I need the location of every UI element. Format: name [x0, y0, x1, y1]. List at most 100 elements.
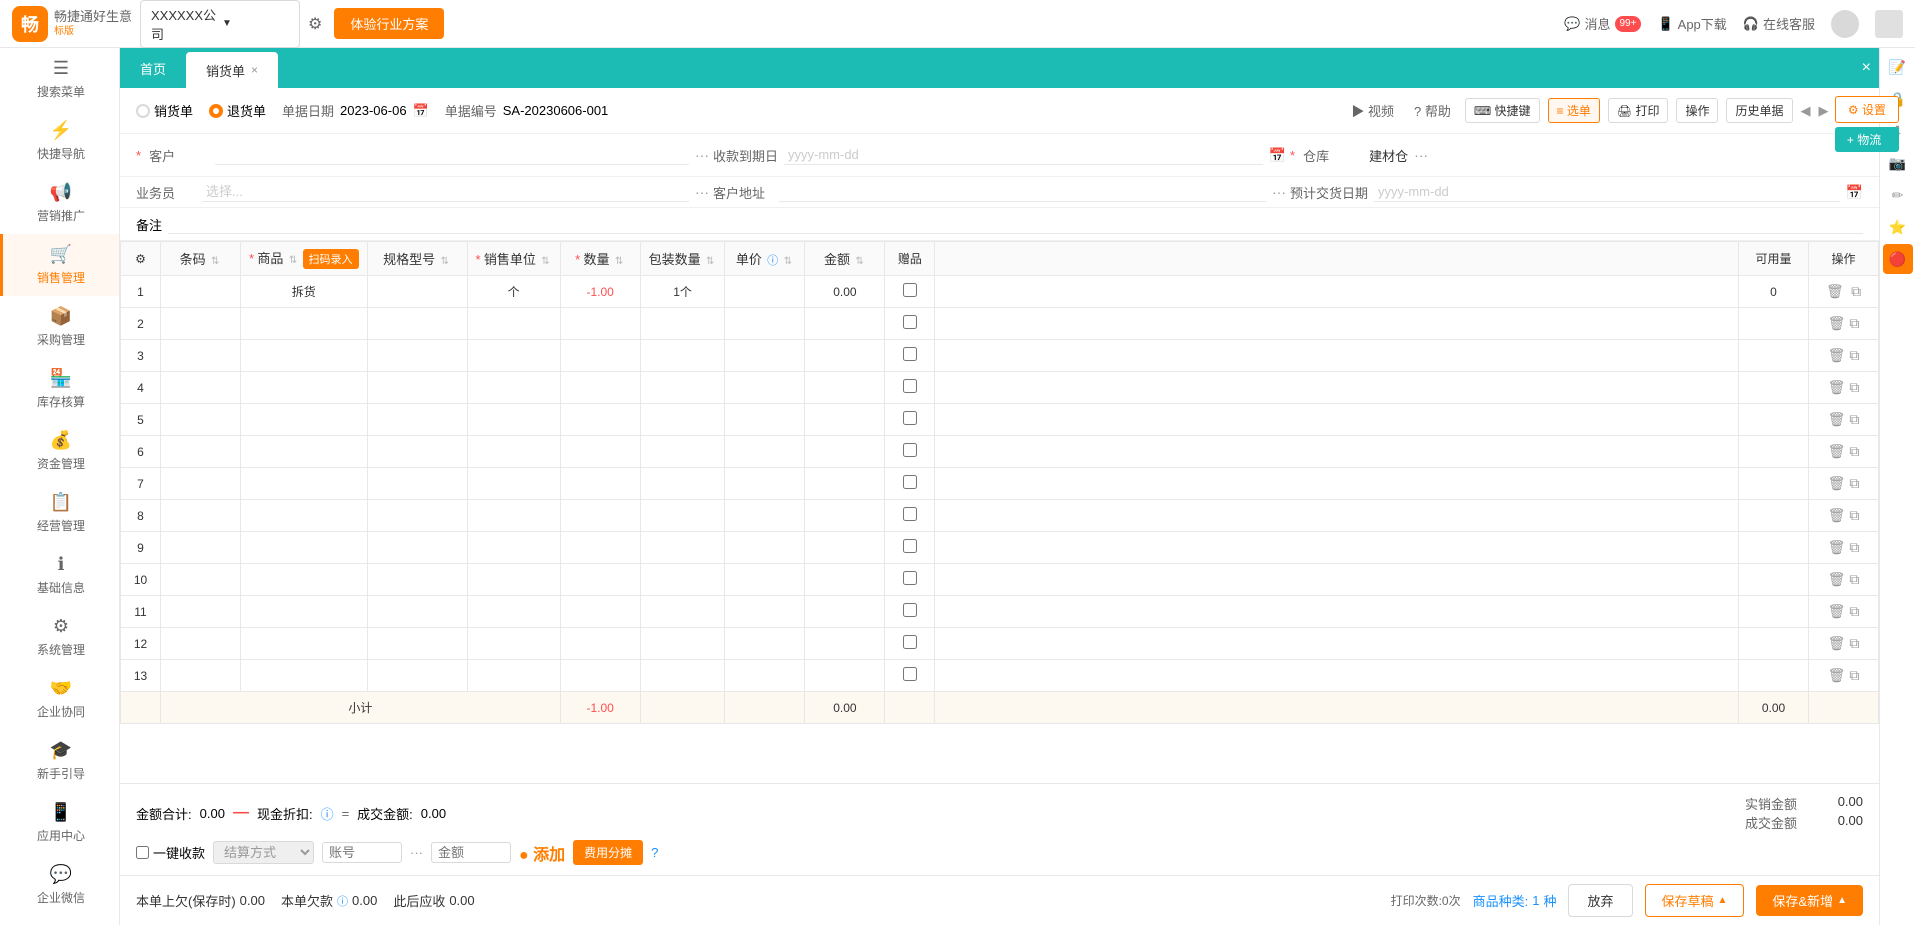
one-click-checkbox-input[interactable]	[136, 846, 149, 859]
sidebar-item-vip[interactable]: 👑 畅会员	[0, 916, 119, 925]
row1-gift[interactable]	[885, 276, 935, 308]
save-new-dropdown-icon[interactable]: ▲	[1837, 895, 1847, 906]
row1-delete-button[interactable]: 🗑	[1824, 281, 1846, 302]
message-button[interactable]: 💬 消息 99+	[1564, 14, 1641, 33]
row-copy-button[interactable]: ⧉	[1847, 537, 1861, 558]
sidebar-item-basics[interactable]: ℹ 基础信息	[0, 544, 119, 606]
sidebar-item-collab[interactable]: 🤝 企业协同	[0, 668, 119, 730]
receipt-calendar-icon[interactable]: 📅	[1269, 147, 1286, 164]
warehouse-more-icon[interactable]: ···	[1414, 147, 1428, 163]
action-shortcut[interactable]: ⌨ 快捷键	[1465, 98, 1540, 123]
row1-spec[interactable]	[367, 276, 467, 308]
salesperson-more-icon[interactable]: ···	[695, 184, 709, 200]
company-selector[interactable]: XXXXXX公司 ▼	[140, 0, 300, 48]
save-new-button[interactable]: 保存&新增 ▲	[1756, 885, 1863, 916]
expected-calendar-icon[interactable]: 📅	[1846, 184, 1863, 201]
row-copy-button[interactable]: ⧉	[1847, 313, 1861, 334]
tab-home[interactable]: 首页	[120, 48, 186, 88]
sidebar-item-quick-nav[interactable]: ⚡ 快捷导航	[0, 110, 119, 172]
row-copy-button[interactable]: ⧉	[1847, 505, 1861, 526]
scan-button[interactable]: 扫码录入	[303, 249, 359, 269]
right-panel-camera[interactable]: 📷	[1883, 148, 1913, 178]
payment-amount-input[interactable]	[431, 842, 511, 863]
row-copy-button[interactable]: ⧉	[1847, 441, 1861, 462]
radio-sales-order[interactable]: 销货单	[136, 101, 193, 120]
settings-gear-button[interactable]: ⚙	[304, 10, 326, 38]
nav-next-icon[interactable]: ▶	[1819, 103, 1829, 119]
row-delete-button[interactable]: 🗑	[1826, 409, 1848, 430]
row1-qty[interactable]: -1.00	[560, 276, 640, 308]
pkg-sort-icon[interactable]: ⇅	[706, 256, 714, 267]
action-help[interactable]: ? 帮助	[1408, 99, 1457, 122]
sidebar-item-sales[interactable]: 🛒 销售管理	[0, 234, 119, 296]
addr-more-icon[interactable]: ···	[1272, 184, 1286, 200]
right-panel-star[interactable]: ⭐	[1883, 212, 1913, 242]
th-settings[interactable]: ⚙	[121, 242, 161, 276]
unit-sort-icon[interactable]: ⇅	[541, 256, 549, 267]
account-more-icon[interactable]: ···	[410, 845, 423, 860]
logistics-button[interactable]: + 物流	[1835, 127, 1879, 152]
fee-info-icon[interactable]: ?	[651, 845, 658, 860]
price-info-icon[interactable]: ⓘ	[767, 255, 778, 267]
customer-addr-input[interactable]	[779, 182, 1266, 202]
sidebar-item-inventory[interactable]: 🏪 库存核算	[0, 358, 119, 420]
row1-barcode[interactable]	[161, 276, 241, 308]
action-print[interactable]: 🖨 打印	[1608, 98, 1669, 123]
avatar[interactable]	[1831, 10, 1859, 38]
sidebar-item-wechat[interactable]: 💬 企业微信	[0, 854, 119, 916]
right-panel-note[interactable]: 📝	[1883, 52, 1913, 82]
row-delete-button[interactable]: 🗑	[1826, 569, 1848, 590]
fee-split-button[interactable]: 费用分摊	[573, 840, 643, 865]
industry-plan-button[interactable]: 体验行业方案	[334, 8, 444, 39]
online-service-button[interactable]: 🎧 在线客服	[1743, 14, 1815, 33]
nav-prev-icon[interactable]: ◀	[1801, 103, 1811, 119]
one-click-payment-checkbox[interactable]: 一键收款	[136, 843, 205, 862]
row-copy-button[interactable]: ⧉	[1847, 473, 1861, 494]
add-payment-button[interactable]: ● 添加	[519, 841, 565, 865]
action-history[interactable]: 历史单据	[1726, 98, 1792, 123]
debit-info-icon[interactable]: ⓘ	[337, 893, 348, 909]
row-delete-button[interactable]: 🗑	[1826, 633, 1848, 654]
row-copy-button[interactable]: ⧉	[1847, 665, 1861, 686]
discard-button[interactable]: 放弃	[1568, 884, 1632, 917]
row-delete-button[interactable]: 🗑	[1826, 345, 1848, 366]
row-copy-button[interactable]: ⧉	[1847, 601, 1861, 622]
note-input[interactable]	[168, 214, 1863, 234]
barcode-sort-icon[interactable]: ⇅	[211, 256, 219, 267]
row-delete-button[interactable]: 🗑	[1826, 665, 1848, 686]
right-panel-edit[interactable]: ✏	[1883, 180, 1913, 210]
user-menu-button[interactable]	[1875, 10, 1903, 38]
payment-method-select[interactable]: 结算方式	[213, 841, 314, 864]
row-copy-button[interactable]: ⧉	[1847, 345, 1861, 366]
row-copy-button[interactable]: ⧉	[1847, 633, 1861, 654]
sidebar-item-system[interactable]: ⚙ 系统管理	[0, 606, 119, 668]
sidebar-item-finance[interactable]: 💰 资金管理	[0, 420, 119, 482]
salesperson-input[interactable]	[202, 182, 689, 202]
row-delete-button[interactable]: 🗑	[1826, 441, 1848, 462]
amount-sort-icon[interactable]: ⇅	[855, 256, 863, 267]
row-delete-button[interactable]: 🗑	[1826, 537, 1848, 558]
expected-date-input[interactable]	[1374, 182, 1840, 202]
sidebar-item-search[interactable]: ☰ 搜索菜单	[0, 48, 119, 110]
sidebar-item-operations[interactable]: 📋 经营管理	[0, 482, 119, 544]
price-sort-icon[interactable]: ⇅	[784, 256, 792, 267]
close-window-button[interactable]: ×	[1862, 59, 1871, 77]
receipt-date-input[interactable]	[784, 145, 1263, 165]
action-video[interactable]: ▶ 视频	[1345, 99, 1400, 122]
app-download-button[interactable]: 📱 App下载	[1657, 14, 1726, 33]
right-panel-orange-action[interactable]: 🔴	[1883, 244, 1913, 274]
settings-button[interactable]: ⚙ 设置	[1835, 96, 1879, 123]
radio-return-order[interactable]: 退货单	[209, 101, 266, 120]
spec-sort-icon[interactable]: ⇅	[440, 256, 448, 267]
customer-more-icon[interactable]: ···	[695, 147, 709, 163]
sidebar-item-guide[interactable]: 🎓 新手引导	[0, 730, 119, 792]
tab-sales-order[interactable]: 销货单 ×	[186, 52, 278, 88]
action-operate[interactable]: 操作	[1676, 98, 1718, 123]
row1-price[interactable]	[725, 276, 805, 308]
sidebar-item-appstore[interactable]: 📱 应用中心	[0, 792, 119, 854]
row-copy-button[interactable]: ⧉	[1847, 377, 1861, 398]
account-input[interactable]	[322, 842, 402, 863]
customer-input[interactable]	[215, 145, 689, 165]
row-delete-button[interactable]: 🗑	[1826, 505, 1848, 526]
row-copy-button[interactable]: ⧉	[1847, 569, 1861, 590]
